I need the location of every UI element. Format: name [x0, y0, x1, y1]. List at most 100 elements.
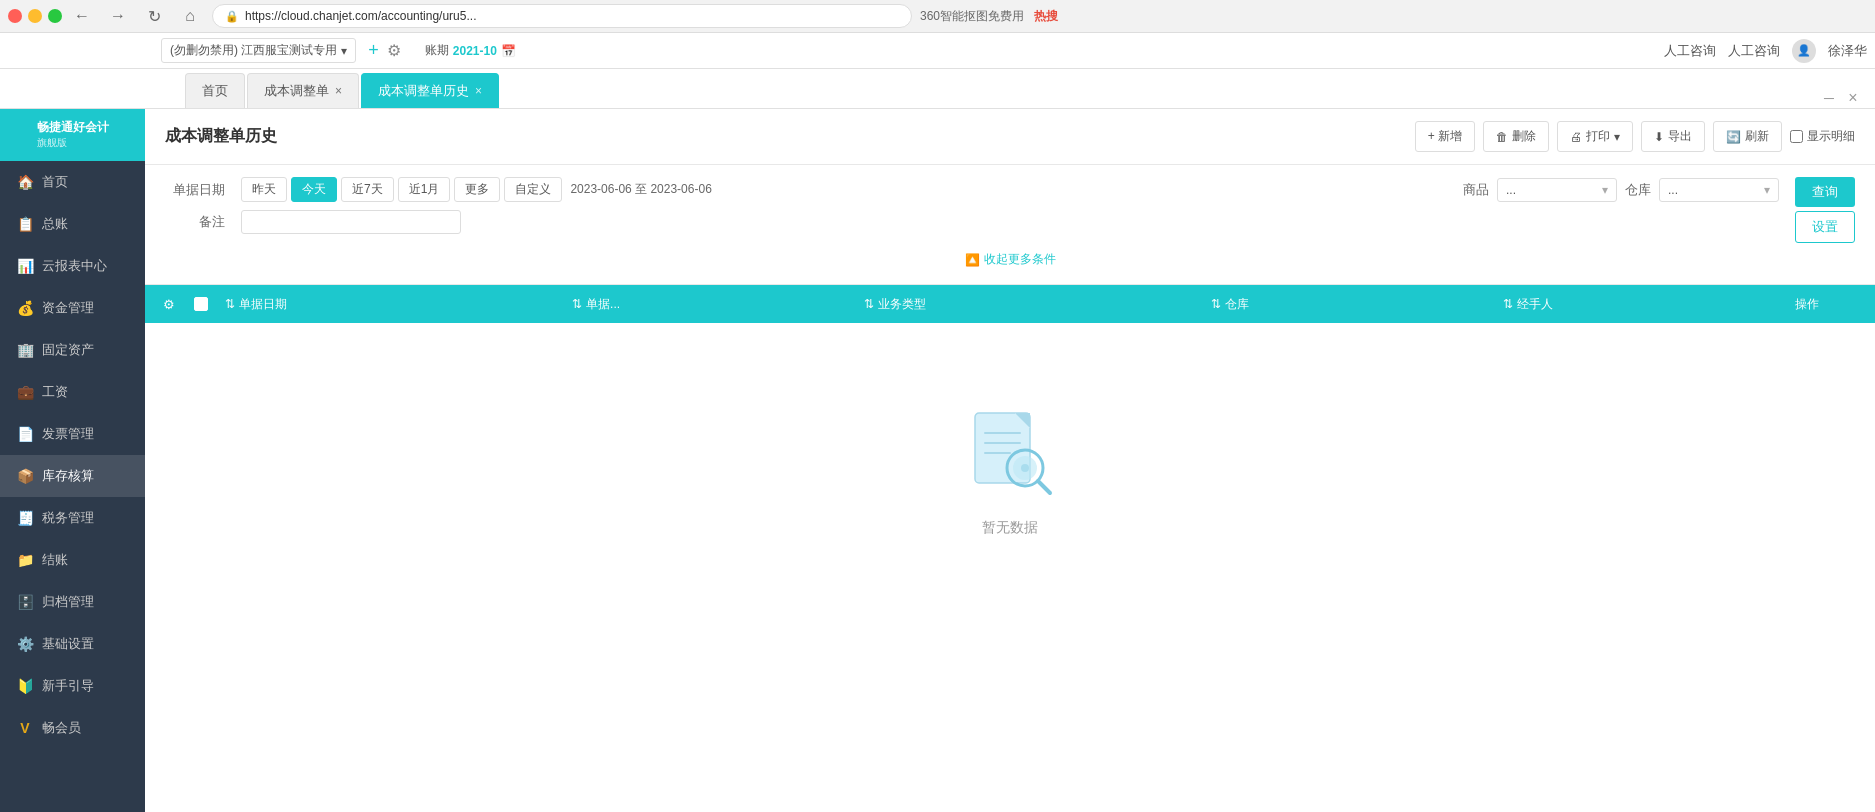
sort-icon-warehouse: ⇅ [1211, 297, 1221, 311]
sidebar-item-invoice[interactable]: 📄 发票管理 [0, 413, 145, 455]
sidebar-item-vip[interactable]: V 畅会员 [0, 707, 145, 749]
tab-cost-adjust[interactable]: 成本调整单 × [247, 73, 359, 108]
window-minimize-btn[interactable]: ─ [1819, 88, 1839, 108]
th-operator[interactable]: ⇅ 经手人 [1495, 296, 1787, 313]
th-settings[interactable]: ⚙ [153, 297, 185, 312]
sidebar-label-tax: 税务管理 [42, 509, 94, 527]
org-dropdown-icon: ▾ [341, 44, 347, 58]
tab-home[interactable]: 首页 [185, 73, 245, 108]
note-input[interactable] [241, 210, 461, 234]
sidebar-item-guide[interactable]: 🔰 新手引导 [0, 665, 145, 707]
query-button[interactable]: 查询 [1795, 177, 1855, 207]
warehouse-dots: ... [1668, 183, 1678, 197]
forward-button[interactable]: → [104, 2, 132, 30]
address-bar[interactable]: 🔒 https://cloud.chanjet.com/accounting/u… [212, 4, 912, 28]
search-label: 360智能抠图免费用 [920, 8, 1024, 25]
print-icon: 🖨 [1570, 130, 1582, 144]
closing-icon: 📁 [16, 552, 34, 568]
sidebar-item-inventory[interactable]: 📦 库存核算 [0, 455, 145, 497]
content-tabs-bar: 首页 成本调整单 × 成本调整单历史 × ─ × [0, 69, 1875, 109]
sidebar-item-ledger[interactable]: 📋 总账 [0, 203, 145, 245]
sidebar-item-closing[interactable]: 📁 结账 [0, 539, 145, 581]
delete-button[interactable]: 🗑 删除 [1483, 121, 1549, 152]
tab-cost-adjust-close[interactable]: × [335, 84, 342, 98]
org-selector[interactable]: (勿删勿禁用) 江西服宝测试专用 ▾ [161, 38, 356, 63]
tab-cost-adjust-history-close[interactable]: × [475, 84, 482, 98]
th-warehouse[interactable]: ⇅ 仓库 [1203, 296, 1495, 313]
sidebar-item-fixed-assets[interactable]: 🏢 固定资产 [0, 329, 145, 371]
sidebar-item-reports[interactable]: 📊 云报表中心 [0, 245, 145, 287]
avatar[interactable]: 👤 [1792, 39, 1816, 63]
sidebar-label-payroll: 工资 [42, 383, 68, 401]
sidebar-item-home[interactable]: 🏠 首页 [0, 161, 145, 203]
content-area: 成本调整单历史 + 新增 🗑 删除 🖨 打印 ▾ ⬇ 导出 🔄 [145, 109, 1875, 812]
empty-state: 暂无数据 [145, 323, 1875, 617]
settings-icon[interactable]: ⚙ [387, 41, 401, 60]
th-checkbox[interactable] [185, 297, 217, 311]
calendar-icon[interactable]: 📅 [501, 44, 516, 58]
sidebar-item-archive[interactable]: 🗄️ 归档管理 [0, 581, 145, 623]
goods-dropdown-icon: ▾ [1602, 183, 1608, 197]
browser-min-btn[interactable] [28, 9, 42, 23]
empty-text: 暂无数据 [982, 519, 1038, 537]
consultant-btn[interactable]: 人工咨询 [1664, 42, 1716, 60]
date-btn-custom[interactable]: 自定义 [504, 177, 562, 202]
sidebar-item-payroll[interactable]: 💼 工资 [0, 371, 145, 413]
filter-row-note: 备注 [165, 210, 1779, 234]
page-title: 成本调整单历史 [165, 126, 277, 147]
th-type[interactable]: ⇅ 业务类型 [856, 296, 1203, 313]
sidebar-label-guide: 新手引导 [42, 677, 94, 695]
sidebar-label-inventory: 库存核算 [42, 467, 94, 485]
ledger-icon: 📋 [16, 216, 34, 232]
date-btn-more[interactable]: 更多 [454, 177, 500, 202]
date-btn-1month[interactable]: 近1月 [398, 177, 451, 202]
reload-button[interactable]: ↻ [140, 2, 168, 30]
th-num[interactable]: ⇅ 单据... [564, 296, 856, 313]
sidebar-item-tax[interactable]: 🧾 税务管理 [0, 497, 145, 539]
filter-area: 单据日期 昨天 今天 近7天 近1月 更多 自定义 2023-06-06 至 2… [145, 165, 1875, 285]
sidebar-item-settings[interactable]: ⚙️ 基础设置 [0, 623, 145, 665]
new-button[interactable]: + 新增 [1415, 121, 1475, 152]
browser-max-btn[interactable] [48, 9, 62, 23]
add-org-btn[interactable]: + [368, 40, 379, 61]
back-button[interactable]: ← [68, 2, 96, 30]
sort-icon-date: ⇅ [225, 297, 235, 311]
date-btn-yesterday[interactable]: 昨天 [241, 177, 287, 202]
settings-menu-icon: ⚙️ [16, 636, 34, 652]
display-toggle[interactable]: 显示明细 [1790, 128, 1855, 145]
sidebar-label-ledger: 总账 [42, 215, 68, 233]
sidebar-item-funds[interactable]: 💰 资金管理 [0, 287, 145, 329]
filter-row-date: 单据日期 昨天 今天 近7天 近1月 更多 自定义 2023-06-06 至 2… [165, 177, 1779, 202]
sidebar-label-archive: 归档管理 [42, 593, 94, 611]
warehouse-selector[interactable]: ... ▾ [1659, 178, 1779, 202]
tab-cost-adjust-history[interactable]: 成本调整单历史 × [361, 73, 499, 108]
select-all-checkbox[interactable] [194, 297, 208, 311]
date-filter-btns: 昨天 今天 近7天 近1月 更多 自定义 2023-06-06 至 2023-0… [241, 177, 712, 202]
invoice-icon: 📄 [16, 426, 34, 442]
home-button[interactable]: ⌂ [176, 2, 204, 30]
browser-titlebar: ← → ↻ ⌂ 🔒 https://cloud.chanjet.com/acco… [0, 0, 1875, 32]
guide-icon: 🔰 [16, 678, 34, 694]
delete-icon: 🗑 [1496, 130, 1508, 144]
th-date[interactable]: ⇅ 单据日期 [217, 296, 564, 313]
period-label: 账期 [425, 42, 449, 59]
export-button[interactable]: ⬇ 导出 [1641, 121, 1705, 152]
collapse-filter-btn[interactable]: 🔼 收起更多条件 [965, 251, 1056, 268]
browser-close-btn[interactable] [8, 9, 22, 23]
warehouse-dropdown-icon: ▾ [1764, 183, 1770, 197]
window-close-btn[interactable]: × [1843, 88, 1863, 108]
display-toggle-checkbox[interactable] [1790, 130, 1803, 143]
export-icon: ⬇ [1654, 130, 1664, 144]
user-name: 人工咨询 [1728, 42, 1780, 60]
tab-cost-adjust-history-label: 成本调整单历史 [378, 82, 469, 100]
refresh-button[interactable]: 🔄 刷新 [1713, 121, 1782, 152]
column-settings-icon[interactable]: ⚙ [163, 297, 175, 312]
date-btn-7days[interactable]: 近7天 [341, 177, 394, 202]
date-filter-label: 单据日期 [165, 181, 225, 199]
goods-selector[interactable]: ... ▾ [1497, 178, 1617, 202]
sidebar-label-settings: 基础设置 [42, 635, 94, 653]
setting-button[interactable]: 设置 [1795, 211, 1855, 243]
print-button[interactable]: 🖨 打印 ▾ [1557, 121, 1633, 152]
inventory-icon: 📦 [16, 468, 34, 484]
date-btn-today[interactable]: 今天 [291, 177, 337, 202]
